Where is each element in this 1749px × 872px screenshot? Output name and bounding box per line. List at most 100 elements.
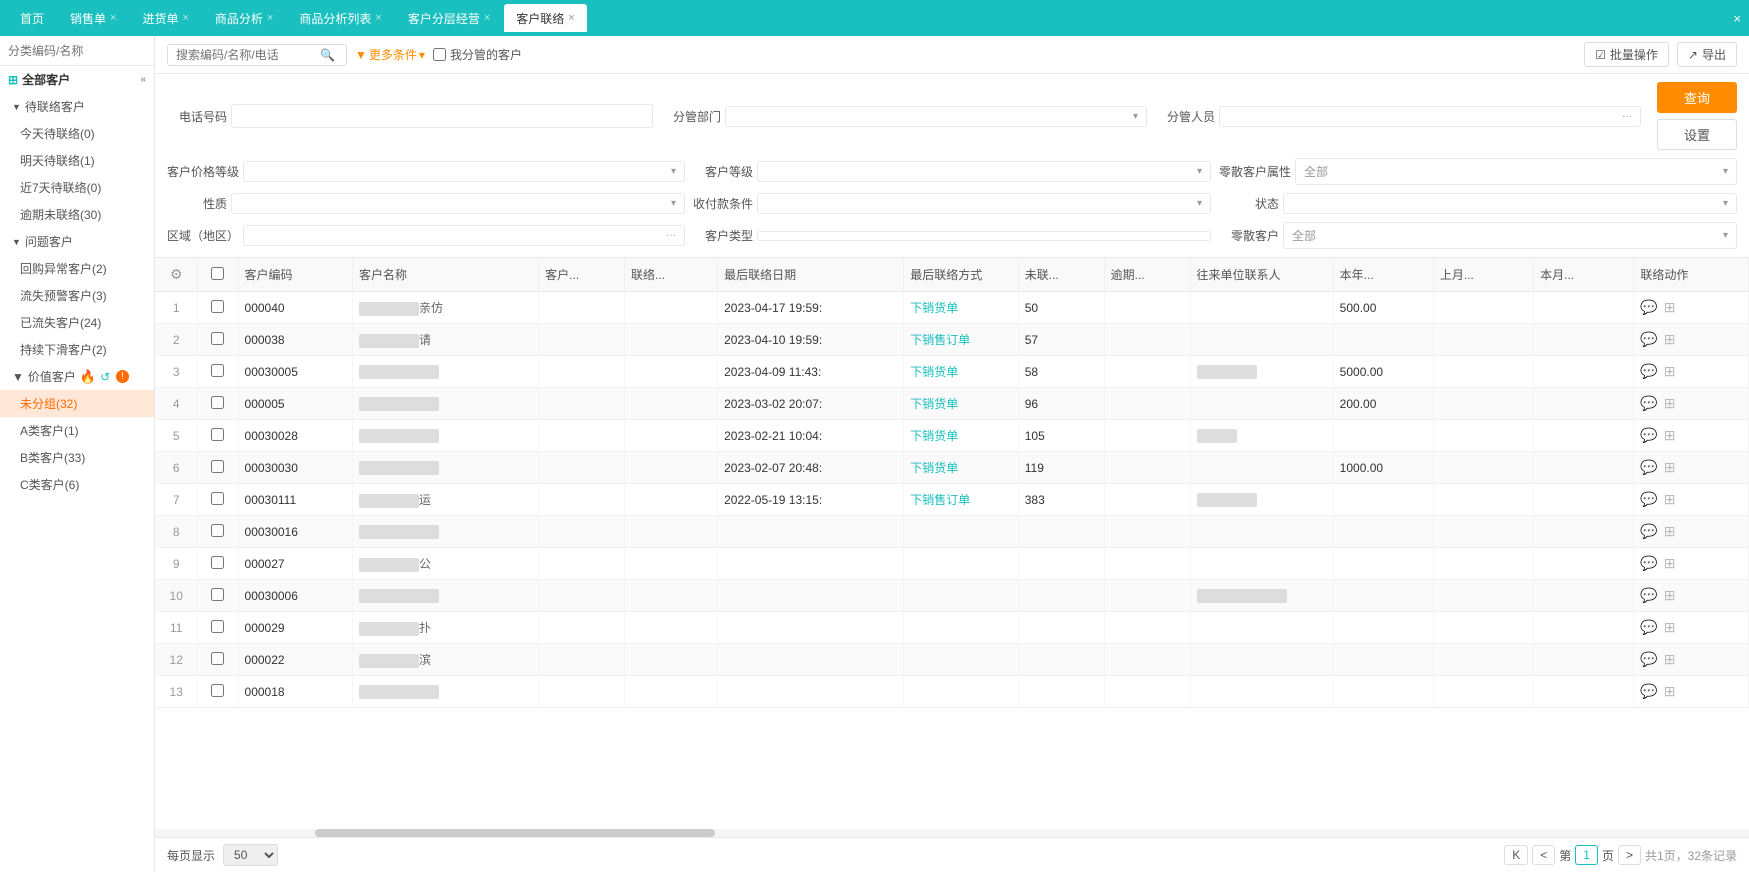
sidebar-item-ungrouped[interactable]: 未分组(32)	[0, 390, 154, 417]
app-grid-icon[interactable]: ⊞	[1664, 619, 1676, 636]
app-grid-icon[interactable]: ⊞	[1664, 491, 1676, 508]
row-last-method[interactable]: 下销货单	[904, 452, 1019, 484]
payment-select[interactable]: ▾	[757, 193, 1211, 214]
chat-icon[interactable]: 💬	[1640, 683, 1657, 700]
row-last-method[interactable]: 下销售订单	[904, 484, 1019, 516]
app-grid-icon[interactable]: ⊞	[1664, 427, 1676, 444]
last-method-link[interactable]: 下销货单	[910, 397, 958, 411]
row-checkbox-input[interactable]	[211, 684, 224, 697]
retail-customer-select[interactable]: 全部 ▾	[1283, 222, 1737, 249]
row-last-method[interactable]	[904, 516, 1019, 548]
nature-select[interactable]: ▾	[231, 193, 685, 214]
sidebar-item-abnormal[interactable]: 回购异常客户(2)	[0, 255, 154, 282]
status-select[interactable]: ▾	[1283, 193, 1737, 214]
customer-type-select[interactable]	[757, 231, 1211, 241]
sidebar-item-class-a[interactable]: A类客户(1)	[0, 417, 154, 444]
scroll-thumb[interactable]	[315, 829, 715, 837]
last-method-link[interactable]: 下销售订单	[910, 333, 970, 347]
main-search-input[interactable]	[176, 48, 316, 62]
chat-icon[interactable]: 💬	[1640, 395, 1657, 412]
row-last-method[interactable]: 下销售订单	[904, 324, 1019, 356]
reset-button[interactable]: 设置	[1657, 119, 1737, 150]
row-last-method[interactable]: 下销货单	[904, 356, 1019, 388]
row-checkbox[interactable]	[198, 388, 238, 420]
chat-icon[interactable]: 💬	[1640, 427, 1657, 444]
horizontal-scrollbar[interactable]	[155, 829, 1749, 837]
my-customers-checkbox-input[interactable]	[433, 48, 446, 61]
tab-product-analysis[interactable]: 商品分析 ×	[203, 4, 285, 32]
app-grid-icon[interactable]: ⊞	[1664, 651, 1676, 668]
close-product-analysis-tab[interactable]: ×	[267, 12, 273, 24]
tab-customer-segment[interactable]: 客户分层经营 ×	[396, 4, 502, 32]
chat-icon[interactable]: 💬	[1640, 619, 1657, 636]
app-grid-icon[interactable]: ⊞	[1664, 683, 1676, 700]
row-checkbox[interactable]	[198, 324, 238, 356]
sidebar-item-7day-pending[interactable]: 近7天待联络(0)	[0, 174, 154, 201]
chat-icon[interactable]: 💬	[1640, 459, 1657, 476]
chat-icon[interactable]: 💬	[1640, 555, 1657, 572]
row-checkbox-input[interactable]	[211, 588, 224, 601]
last-method-link[interactable]: 下销货单	[910, 301, 958, 315]
app-grid-icon[interactable]: ⊞	[1664, 395, 1676, 412]
row-last-method[interactable]: 下销货单	[904, 388, 1019, 420]
last-method-link[interactable]: 下销售订单	[910, 493, 970, 507]
sidebar-item-today-pending[interactable]: 今天待联络(0)	[0, 120, 154, 147]
row-checkbox-input[interactable]	[211, 492, 224, 505]
row-last-method[interactable]	[904, 676, 1019, 708]
row-checkbox[interactable]	[198, 580, 238, 612]
col-header-checkbox[interactable]	[198, 258, 238, 292]
tab-customer-contact[interactable]: 客户联络 ×	[504, 4, 586, 32]
main-search-icon[interactable]: 🔍	[320, 48, 335, 62]
app-grid-icon[interactable]: ⊞	[1664, 587, 1676, 604]
chat-icon[interactable]: 💬	[1640, 587, 1657, 604]
select-all-checkbox[interactable]	[211, 267, 224, 280]
row-last-method[interactable]: 下销货单	[904, 420, 1019, 452]
row-last-method[interactable]	[904, 548, 1019, 580]
chat-icon[interactable]: 💬	[1640, 523, 1657, 540]
more-filter-button[interactable]: ▼ 更多条件 ▾	[355, 46, 425, 63]
row-checkbox-input[interactable]	[211, 396, 224, 409]
window-close-button[interactable]: ×	[1733, 11, 1741, 26]
row-checkbox-input[interactable]	[211, 300, 224, 313]
last-method-link[interactable]: 下销货单	[910, 429, 958, 443]
batch-ops-button[interactable]: ☑ 批量操作	[1584, 42, 1669, 67]
sidebar-item-churn-warning[interactable]: 流失预警客户(3)	[0, 282, 154, 309]
app-grid-icon[interactable]: ⊞	[1664, 299, 1676, 316]
row-checkbox-input[interactable]	[211, 652, 224, 665]
row-checkbox-input[interactable]	[211, 428, 224, 441]
next-page-button[interactable]: >	[1618, 845, 1641, 865]
area-select[interactable]: ···	[243, 225, 685, 246]
close-purchase-tab[interactable]: ×	[182, 12, 188, 24]
row-checkbox-input[interactable]	[211, 364, 224, 377]
row-checkbox[interactable]	[198, 292, 238, 324]
app-grid-icon[interactable]: ⊞	[1664, 555, 1676, 572]
prev-page-button[interactable]: <	[1532, 845, 1555, 865]
my-customers-checkbox[interactable]: 我分管的客户	[433, 46, 522, 63]
row-checkbox[interactable]	[198, 484, 238, 516]
app-grid-icon[interactable]: ⊞	[1664, 523, 1676, 540]
app-grid-icon[interactable]: ⊞	[1664, 331, 1676, 348]
problem-group-header[interactable]: ▼ 问题客户	[0, 228, 154, 255]
tab-home[interactable]: 首页	[8, 4, 56, 32]
close-customer-segment-tab[interactable]: ×	[484, 12, 490, 24]
chat-icon[interactable]: 💬	[1640, 491, 1657, 508]
chat-icon[interactable]: 💬	[1640, 363, 1657, 380]
row-checkbox[interactable]	[198, 644, 238, 676]
row-last-method[interactable]	[904, 580, 1019, 612]
row-checkbox-input[interactable]	[211, 332, 224, 345]
row-last-method[interactable]	[904, 644, 1019, 676]
chat-icon[interactable]: 💬	[1640, 331, 1657, 348]
row-checkbox[interactable]	[198, 612, 238, 644]
sidebar-item-class-b[interactable]: B类客户(33)	[0, 444, 154, 471]
customer-level-select[interactable]: ▾	[757, 161, 1211, 182]
query-button[interactable]: 查询	[1657, 82, 1737, 113]
last-method-link[interactable]: 下销货单	[910, 461, 958, 475]
sidebar-item-declining[interactable]: 持续下滑客户(2)	[0, 336, 154, 363]
export-button[interactable]: ↗ 导出	[1677, 42, 1737, 67]
row-checkbox-input[interactable]	[211, 460, 224, 473]
manager-select[interactable]: ···	[1219, 106, 1641, 127]
retail-attr-select[interactable]: 全部 ▾	[1295, 158, 1737, 185]
row-checkbox[interactable]	[198, 356, 238, 388]
sidebar-search-input[interactable]	[8, 44, 155, 58]
app-grid-icon[interactable]: ⊞	[1664, 459, 1676, 476]
